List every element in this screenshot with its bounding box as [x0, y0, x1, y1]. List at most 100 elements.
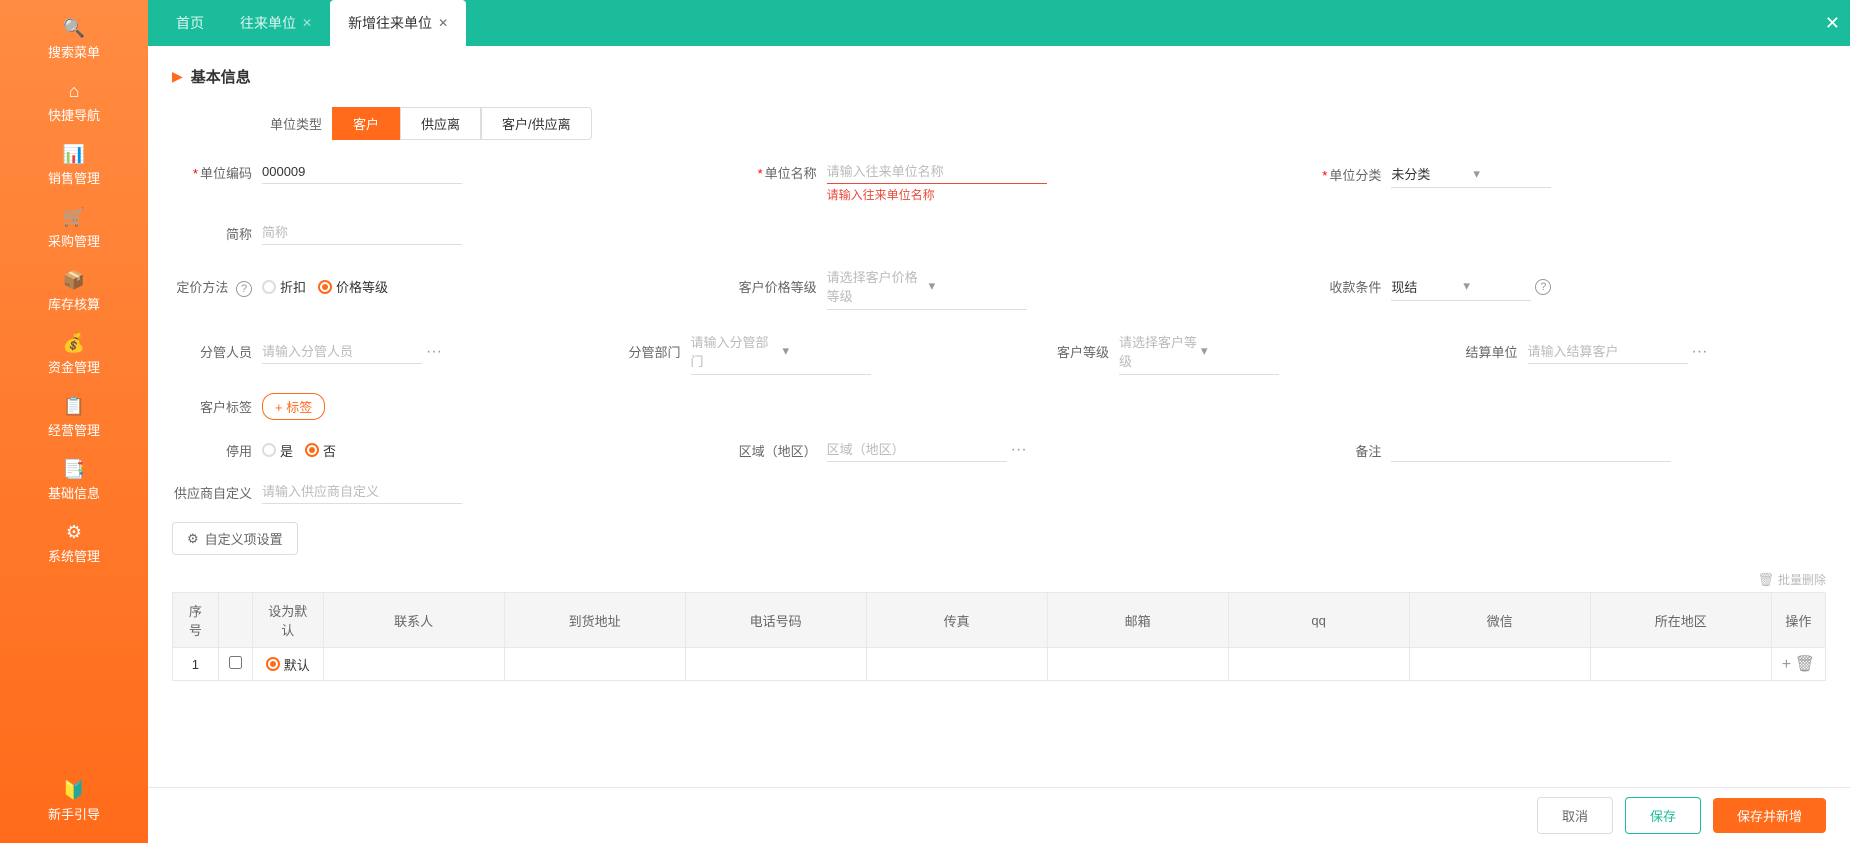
row-qq[interactable]	[1228, 648, 1409, 681]
sidebar: 🔍 搜索菜单 ⌂ 快捷导航 📊 销售管理 🛒 采购管理 📦 库存核算 💰 资金管…	[0, 0, 148, 843]
cancel-button[interactable]: 取消	[1537, 797, 1613, 834]
batch-delete-label[interactable]: 批量删除	[1778, 571, 1826, 588]
settlement-label: 结算单位	[1438, 342, 1528, 361]
row-default-radio-item[interactable]: 默认	[263, 655, 313, 674]
sidebar-item-inventory[interactable]: 📦 库存核算	[0, 260, 148, 323]
supplier-custom-label: 供应商自定义	[172, 483, 262, 502]
row-default-radio[interactable]	[266, 657, 280, 671]
disabled-yes-radio[interactable]	[262, 443, 276, 457]
disabled-yes-option[interactable]: 是	[262, 441, 293, 460]
custom-settings-button[interactable]: ⚙ 自定义项设置	[172, 522, 298, 555]
customer-level-placeholder: 请选择客户等级	[1119, 332, 1197, 370]
row-add-button[interactable]: +	[1782, 656, 1791, 674]
sidebar-item-sales[interactable]: 📊 销售管理	[0, 134, 148, 197]
sidebar-item-purchase[interactable]: 🛒 采购管理	[0, 197, 148, 260]
pricing-discount-option[interactable]: 折扣	[262, 277, 306, 296]
region-field: 区域（地区） ···	[737, 438, 1262, 462]
region-more-button[interactable]: ···	[1011, 441, 1027, 459]
settlement-input[interactable]	[1528, 340, 1688, 364]
pricing-help-icon[interactable]: ?	[236, 281, 252, 297]
unit-code-input[interactable]	[262, 160, 462, 184]
payment-terms-dropdown[interactable]: 现结 ▾	[1391, 273, 1531, 301]
trash-icon: 🗑	[1757, 572, 1774, 588]
settlement-more-button[interactable]: ···	[1692, 343, 1708, 361]
customer-level-arrow: ▾	[1201, 343, 1279, 359]
region-input[interactable]	[827, 438, 1007, 462]
department-field: 分管部门 请输入分管部门 ▾	[601, 328, 990, 375]
manager-label: 分管人员	[172, 342, 262, 361]
sidebar-item-label: 搜索菜单	[48, 42, 100, 61]
tab-contacts[interactable]: 往来单位 ✕	[222, 0, 330, 46]
table-row: 1 默认	[173, 648, 1826, 681]
contacts-table: 序号 设为默认 联系人 到货地址 电话号码 传真 邮箱 qq 微信 所在地区 操…	[172, 592, 1826, 681]
unit-code-label: *单位编码	[172, 163, 262, 182]
unit-type-row: 单位类型 客户 供应离 客户/供应离	[172, 107, 1826, 140]
department-placeholder: 请输入分管部门	[691, 332, 779, 370]
unit-name-label: *单位名称	[737, 163, 827, 182]
remark-input[interactable]	[1391, 438, 1671, 462]
row-wechat[interactable]	[1409, 648, 1590, 681]
unit-name-error: 请输入往来单位名称	[827, 186, 935, 203]
col-phone: 电话号码	[685, 593, 866, 648]
tab-new-contact-close[interactable]: ✕	[438, 16, 448, 30]
row-email[interactable]	[1047, 648, 1228, 681]
pricing-level-option[interactable]: 价格等级	[318, 277, 388, 296]
short-name-input[interactable]	[262, 221, 462, 245]
unit-category-label: *单位分类	[1301, 165, 1391, 184]
department-dropdown[interactable]: 请输入分管部门 ▾	[691, 328, 871, 375]
window-close-button[interactable]: ✕	[1825, 13, 1840, 34]
customer-level-label: 客户等级	[1029, 342, 1119, 361]
row-checkbox-cell[interactable]	[218, 648, 252, 681]
row-fax[interactable]	[866, 648, 1047, 681]
row-actions: + 🗑	[1771, 648, 1825, 681]
unit-category-value: 未分类	[1391, 164, 1469, 183]
tab-home[interactable]: 首页	[158, 0, 222, 46]
manager-more-button[interactable]: ···	[426, 343, 442, 361]
row-phone[interactable]	[685, 648, 866, 681]
payment-terms-arrow: ▾	[1463, 278, 1531, 294]
payment-help-icon[interactable]: ?	[1535, 279, 1551, 295]
row-checkbox[interactable]	[229, 656, 242, 669]
supplier-custom-input[interactable]	[262, 480, 462, 504]
pricing-discount-radio[interactable]	[262, 280, 276, 294]
tab-contacts-close[interactable]: ✕	[302, 16, 312, 30]
sidebar-item-operations[interactable]: 📋 经营管理	[0, 386, 148, 449]
save-button[interactable]: 保存	[1625, 797, 1701, 834]
disabled-no-option[interactable]: 否	[305, 441, 336, 460]
tab-contacts-label: 往来单位	[240, 13, 296, 33]
short-name-label: 简称	[172, 224, 262, 243]
search-icon: 🔍	[63, 18, 85, 39]
unit-type-customer[interactable]: 客户	[332, 107, 400, 140]
row-region[interactable]	[1590, 648, 1771, 681]
tab-new-contact[interactable]: 新增往来单位 ✕	[330, 0, 466, 46]
save-new-button[interactable]: 保存并新增	[1713, 798, 1826, 833]
row-address[interactable]	[504, 648, 685, 681]
sidebar-item-finance[interactable]: 💰 资金管理	[0, 323, 148, 386]
disabled-label: 停用	[172, 441, 262, 460]
sidebar-item-label: 系统管理	[48, 546, 100, 565]
unit-name-input[interactable]	[827, 160, 1047, 184]
row-delete-button[interactable]: 🗑	[1795, 654, 1815, 674]
unit-type-both[interactable]: 客户/供应离	[481, 107, 592, 140]
unit-category-dropdown[interactable]: 未分类 ▾	[1391, 160, 1551, 188]
sidebar-item-guide[interactable]: 🔰 新手引导	[0, 770, 148, 833]
section-icon: ▶	[172, 68, 183, 85]
disabled-no-radio[interactable]	[305, 443, 319, 457]
sidebar-item-basic-info[interactable]: 📑 基础信息	[0, 449, 148, 512]
row-contact[interactable]	[323, 648, 504, 681]
form-row-3: 定价方法 ? 折扣 价格等级 客户价格等级	[172, 263, 1826, 310]
sidebar-item-quick-nav[interactable]: ⌂ 快捷导航	[0, 71, 148, 134]
table-header-row: 序号 设为默认 联系人 到货地址 电话号码 传真 邮箱 qq 微信 所在地区 操…	[173, 593, 1826, 648]
sidebar-item-search[interactable]: 🔍 搜索菜单	[0, 8, 148, 71]
manager-input[interactable]	[262, 340, 422, 364]
sidebar-item-label: 资金管理	[48, 357, 100, 376]
customer-level-dropdown[interactable]: 请选择客户等级 ▾	[1119, 328, 1279, 375]
disabled-radio-group: 是 否	[262, 441, 336, 460]
customer-price-dropdown[interactable]: 请选择客户价格等级 ▾	[827, 263, 1027, 310]
add-tag-button[interactable]: + 标签	[262, 393, 325, 420]
pricing-level-radio[interactable]	[318, 280, 332, 294]
sidebar-item-system[interactable]: ⚙ 系统管理	[0, 512, 148, 575]
unit-type-supplier[interactable]: 供应离	[400, 107, 481, 140]
col-fax: 传真	[866, 593, 1047, 648]
sidebar-item-label: 采购管理	[48, 231, 100, 250]
